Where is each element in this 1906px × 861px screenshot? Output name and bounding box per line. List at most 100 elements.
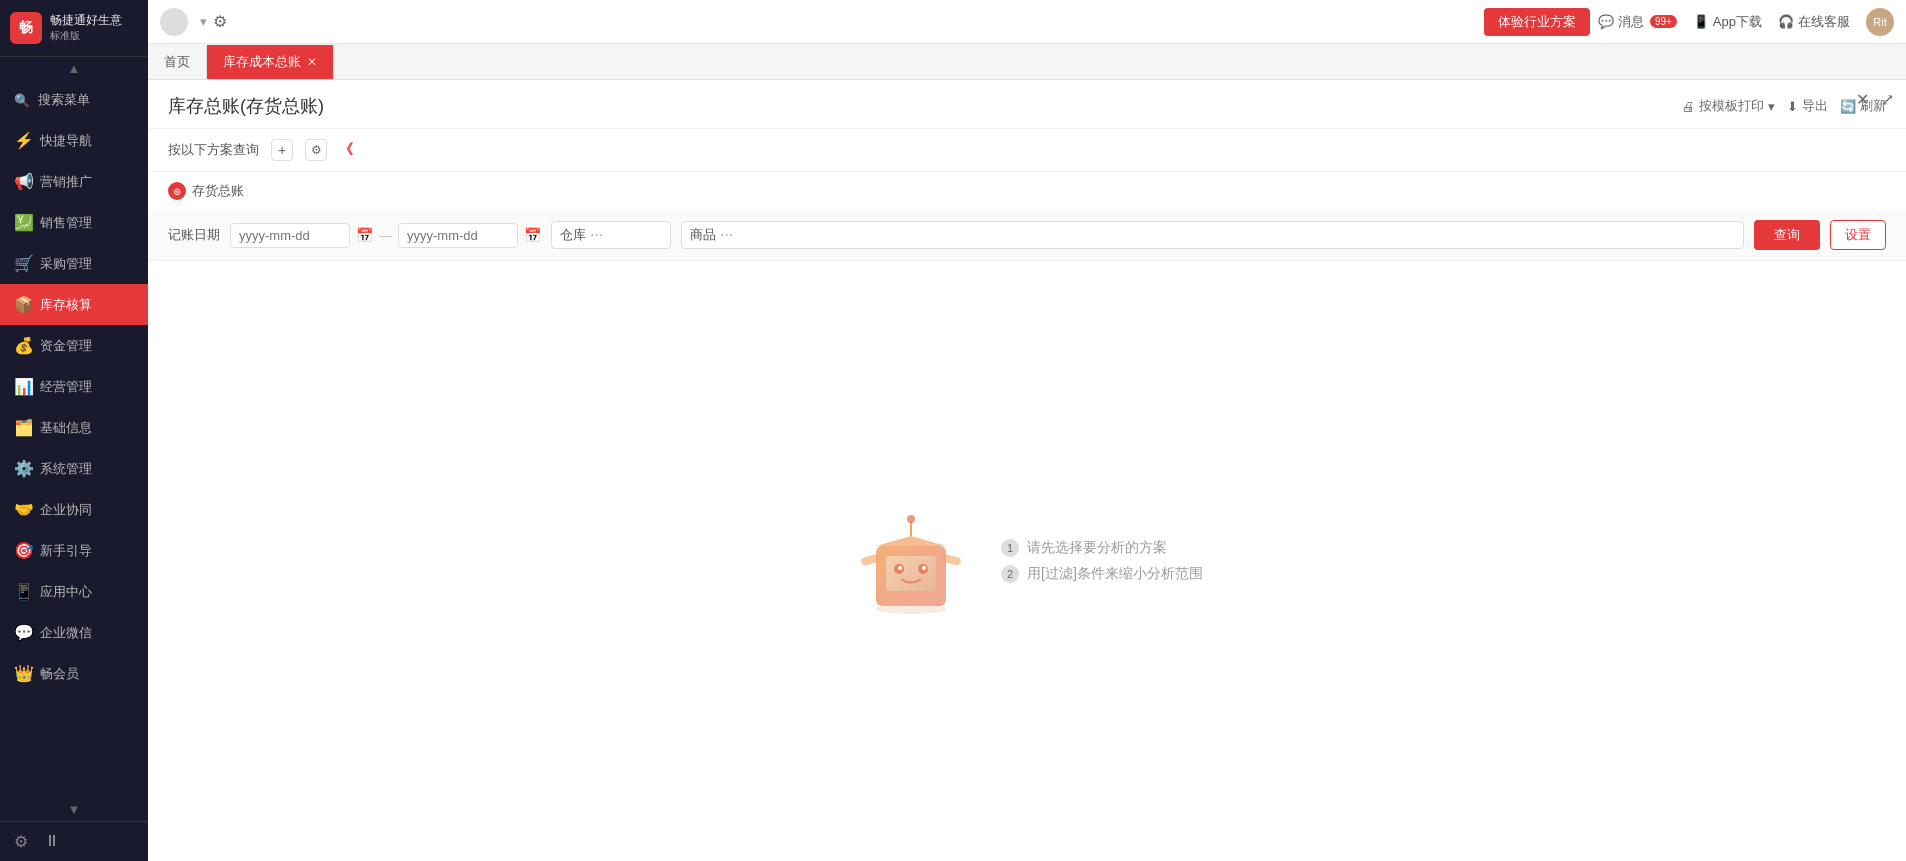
sidebar-item-purchase[interactable]: 🛒 采购管理 [0,243,148,284]
sidebar-audio-icon[interactable]: ⏸ [44,832,60,851]
product-more-icon[interactable]: ··· [720,226,733,244]
sidebar-item-basic[interactable]: 🗂️ 基础信息 [0,407,148,448]
product-select[interactable]: 商品 ··· [681,221,1744,249]
sidebar-item-marketing[interactable]: 📢 营销推广 [0,161,148,202]
svg-point-10 [876,604,946,614]
sidebar-item-quick-nav[interactable]: ⚡ 快捷导航 [0,120,148,161]
tab-bar: 首页 库存成本总账 ✕ [148,44,1906,80]
sidebar-logo: 畅 畅捷通好生意 标准版 [0,0,148,57]
scheme-icon: ⊕ [168,182,186,200]
query-bar: 记账日期 📅 — 📅 仓库 ··· 商品 ··· 查询 设置 [148,210,1906,261]
sidebar-item-corp[interactable]: 🤝 企业协同 [0,489,148,530]
user-avatar-right[interactable]: Rit [1866,8,1894,36]
message-badge: 99+ [1650,15,1677,28]
filter-collapse-button[interactable]: 《 [339,141,353,159]
svg-rect-1 [886,556,936,591]
sidebar: 畅 畅捷通好生意 标准版 ▲ 🔍 搜索菜单 ⚡ 快捷导航 📢 营销推广 💹 销售… [0,0,148,861]
sidebar-item-wechat[interactable]: 💬 企业微信 [0,612,148,653]
sidebar-item-newbie[interactable]: 🎯 新手引导 [0,530,148,571]
print-template-action[interactable]: 🖨 按模板打印 ▾ [1682,97,1775,115]
empty-text: 1 请先选择要分析的方案 2 用[过滤]条件来缩小分析范围 [1001,531,1203,591]
operation-icon: 📊 [14,377,32,396]
filter-add-button[interactable]: + [271,139,293,161]
sidebar-bottom: ⚙ ⏸ [0,821,148,861]
nav-label: 资金管理 [40,337,92,355]
basic-icon: 🗂️ [14,418,32,437]
empty-illustration [851,501,971,621]
header-settings-icon[interactable]: ⚙ [213,12,227,31]
sidebar-item-inventory[interactable]: 📦 库存核算 [0,284,148,325]
warehouse-more-icon[interactable]: ··· [590,226,603,244]
panel-controls: ✕ ⤢ [1852,88,1898,111]
step2-num: 2 [1001,565,1019,583]
nav-label: 营销推广 [40,173,92,191]
nav-label: 企业微信 [40,624,92,642]
scroll-up[interactable]: ▲ [0,57,148,80]
content-panel: 库存总账(存货总账) 🖨 按模板打印 ▾ ⬇ 导出 🔄 刷新 ✕ [148,80,1906,861]
download-icon: 📱 [1693,14,1709,29]
finance-icon: 💰 [14,336,32,355]
date-from-input[interactable] [230,223,350,248]
date-to-icon[interactable]: 📅 [524,227,541,243]
panel-expand-btn[interactable]: ⤢ [1877,88,1898,111]
export-action[interactable]: ⬇ 导出 [1787,97,1828,115]
nav-label: 系统管理 [40,460,92,478]
filter-label: 按以下方案查询 [168,141,259,159]
search-menu[interactable]: 🔍 搜索菜单 [0,80,148,120]
purchase-icon: 🛒 [14,254,32,273]
tab-home[interactable]: 首页 [148,45,207,79]
newbie-icon: 🎯 [14,541,32,560]
header-right: 💬 消息 99+ 📱 App下载 🎧 在线客服 Rit [1598,8,1894,36]
sidebar-item-sales[interactable]: 💹 销售管理 [0,202,148,243]
sidebar-item-app-center[interactable]: 📱 应用中心 [0,571,148,612]
dropdown-icon[interactable]: ▾ [200,14,207,29]
message-item[interactable]: 💬 消息 99+ [1598,13,1677,31]
quick-nav-icon: ⚡ [14,131,32,150]
sales-icon: 💹 [14,213,32,232]
header-user-area: ▾ ⚙ [160,8,1476,36]
tab-inventory-ledger[interactable]: 库存成本总账 ✕ [207,45,334,79]
sidebar-item-finance[interactable]: 💰 资金管理 [0,325,148,366]
sidebar-item-operation[interactable]: 📊 经营管理 [0,366,148,407]
empty-step2: 2 用[过滤]条件来缩小分析范围 [1001,565,1203,583]
date-from-icon[interactable]: 📅 [356,227,373,243]
search-icon: 🔍 [14,93,30,108]
date-to-input[interactable] [398,223,518,248]
export-icon: ⬇ [1787,99,1798,114]
service-icon: 🎧 [1778,14,1794,29]
promo-button[interactable]: 体验行业方案 [1484,8,1590,36]
member-icon: 👑 [14,664,32,683]
top-header: ▾ ⚙ 体验行业方案 💬 消息 99+ 📱 App下载 🎧 在线客服 Rit [148,0,1906,44]
svg-point-5 [922,566,926,570]
print-dropdown-icon[interactable]: ▾ [1768,99,1775,114]
wechat-icon: 💬 [14,623,32,642]
page-title: 库存总账(存货总账) [168,94,324,118]
sidebar-item-system[interactable]: ⚙️ 系统管理 [0,448,148,489]
query-button[interactable]: 查询 [1754,220,1820,250]
print-icon: 🖨 [1682,99,1695,114]
nav-label: 快捷导航 [40,132,92,150]
filter-bar: 按以下方案查询 + ⚙ 《 [148,129,1906,172]
empty-state: 1 请先选择要分析的方案 2 用[过滤]条件来缩小分析范围 [148,261,1906,861]
logo-icon: 畅 [10,12,42,44]
tab-close-icon[interactable]: ✕ [307,55,317,69]
sidebar-settings-icon[interactable]: ⚙ [14,832,28,851]
nav-label: 经营管理 [40,378,92,396]
online-service-item[interactable]: 🎧 在线客服 [1778,13,1850,31]
warehouse-select[interactable]: 仓库 ··· [551,221,671,249]
nav-label: 库存核算 [40,296,92,314]
scheme-item[interactable]: ⊕ 存货总账 [168,182,244,200]
scroll-down[interactable]: ▼ [0,798,148,821]
app-download-item[interactable]: 📱 App下载 [1693,13,1762,31]
page-header: 库存总账(存货总账) 🖨 按模板打印 ▾ ⬇ 导出 🔄 刷新 ✕ [148,80,1906,129]
filter-settings-button[interactable]: ⚙ [305,139,327,161]
panel-close-btn[interactable]: ✕ [1852,88,1873,111]
message-icon: 💬 [1598,14,1614,29]
corp-icon: 🤝 [14,500,32,519]
sidebar-item-member[interactable]: 👑 畅会员 [0,653,148,694]
scheme-selector: ⊕ 存货总账 [148,172,1906,210]
nav-label: 新手引导 [40,542,92,560]
logo-text: 畅捷通好生意 [50,13,122,29]
inventory-icon: 📦 [14,295,32,314]
settings-button[interactable]: 设置 [1830,220,1886,250]
